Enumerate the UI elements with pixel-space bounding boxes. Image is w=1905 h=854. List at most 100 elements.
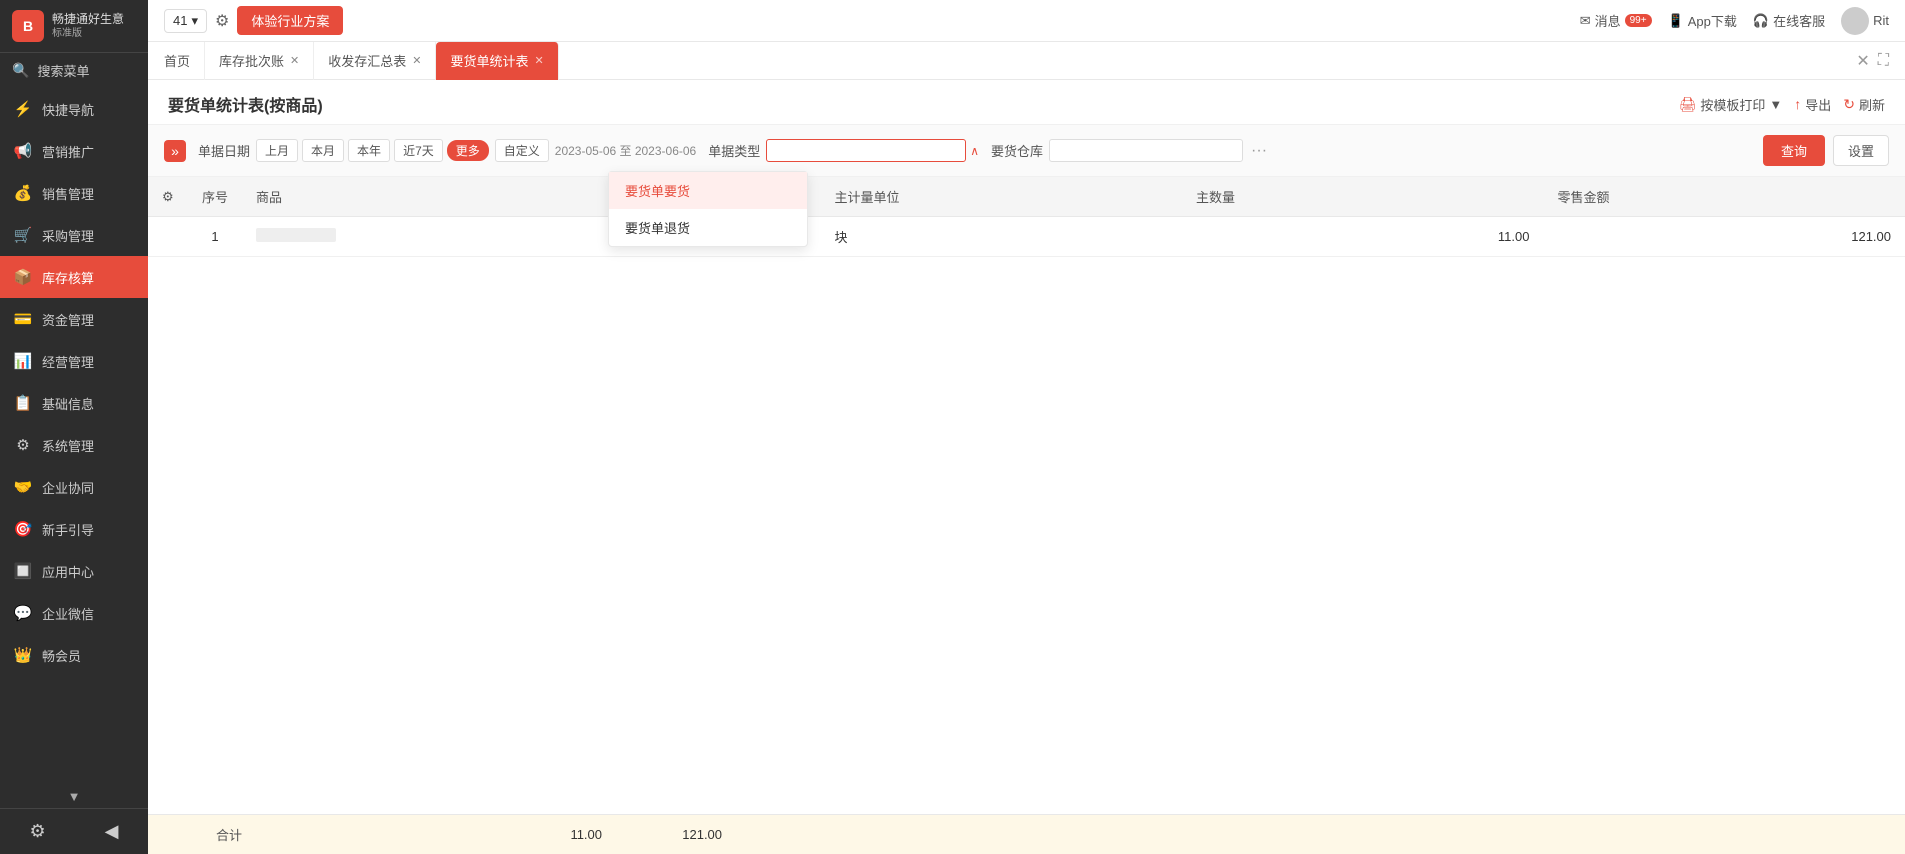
sidebar-item-marketing[interactable]: 📢 营销推广 — [0, 130, 148, 172]
sidebar-item-label-finance: 资金管理 — [42, 310, 94, 329]
table-footer: 合计 11.00 121.00 — [148, 814, 1905, 854]
sidebar-item-member[interactable]: 👑 畅会员 — [0, 634, 148, 676]
purchase-icon: 🛒 — [12, 224, 34, 246]
data-table: ⚙ 序号 商品 主计量单位 主数量 零售金额 1 — [148, 177, 1905, 257]
tab-inventory-batch[interactable]: 库存批次账 ✕ — [205, 42, 314, 80]
sidebar-item-inventory[interactable]: 📦 库存核算 — [0, 256, 148, 298]
sidebar-item-label-purchase: 采购管理 — [42, 226, 94, 245]
sidebar-item-label-member: 畅会员 — [42, 646, 81, 665]
footer-total-amount: 121.00 — [622, 827, 722, 842]
type-dropdown: 要货单要货 要货单退货 — [608, 171, 808, 247]
row-amount: 121.00 — [1543, 217, 1905, 257]
sidebar-item-appstore[interactable]: 🔲 应用中心 — [0, 550, 148, 592]
row-settings — [148, 217, 188, 257]
col-settings-header[interactable]: ⚙ — [148, 177, 188, 217]
sidebar-item-operations[interactable]: 📊 经营管理 — [0, 340, 148, 382]
date-btn-more[interactable]: 更多 — [447, 140, 489, 161]
inventory-icon: 📦 — [12, 266, 34, 288]
type-filter-input[interactable] — [766, 139, 966, 162]
brand-sub: 标准版 — [52, 27, 124, 40]
logo-icon: B — [12, 10, 44, 42]
type-dropdown-arrow[interactable]: ∧ — [970, 144, 979, 158]
service-icon: 🎧 — [1753, 13, 1769, 29]
dropdown-option-1[interactable]: 要货单退货 — [609, 209, 807, 246]
collapse-icon[interactable]: ◀ — [97, 817, 127, 846]
tab-inventory-batch-label: 库存批次账 — [219, 51, 284, 70]
query-button[interactable]: 查询 — [1763, 135, 1825, 166]
tab-order-summary[interactable]: 要货单统计表 ✕ — [436, 42, 558, 80]
tab-order-summary-close[interactable]: ✕ — [535, 54, 544, 67]
sidebar-item-label-wechat: 企业微信 — [42, 604, 94, 623]
sidebar-item-quick-nav[interactable]: ⚡ 快捷导航 — [0, 88, 148, 130]
store-selector[interactable]: 41 ▾ — [164, 9, 207, 33]
settings-bottom-icon[interactable]: ⚙ — [22, 817, 54, 846]
messages-btn[interactable]: ✉ 消息 99+ — [1580, 11, 1652, 30]
warehouse-more-icon[interactable]: ··· — [1251, 142, 1267, 160]
row-quantity: 11.00 — [1182, 217, 1544, 257]
tab-recv-summary[interactable]: 收发存汇总表 ✕ — [314, 42, 436, 80]
main-content: 41 ▾ ⚙ 体验行业方案 ✉ 消息 99+ 📱 App下载 🎧 在 — [148, 0, 1905, 854]
sidebar-item-purchase[interactable]: 🛒 采购管理 — [0, 214, 148, 256]
dropdown-option-0[interactable]: 要货单要货 — [609, 172, 807, 209]
sidebar-scroll-down[interactable]: ▼ — [0, 785, 148, 808]
sidebar-item-basic[interactable]: 📋 基础信息 — [0, 382, 148, 424]
date-btn-last-month[interactable]: 上月 — [256, 139, 298, 162]
date-range-text: 2023-05-06 至 2023-06-06 — [555, 142, 696, 159]
sidebar-search[interactable]: 🔍 搜索菜单 — [0, 53, 148, 88]
refresh-icon: ↻ — [1843, 96, 1855, 113]
sidebar-logo: B 畅捷通好生意 标准版 — [0, 0, 148, 53]
date-filter-label: 单据日期 — [198, 141, 250, 160]
tab-bar: 首页 库存批次账 ✕ 收发存汇总表 ✕ 要货单统计表 ✕ ✕ ⛶ — [148, 42, 1905, 80]
print-label: 按模板打印 — [1700, 95, 1765, 114]
user-avatar-btn[interactable]: Rit — [1841, 7, 1889, 35]
search-label: 搜索菜单 — [37, 61, 89, 80]
date-btn-this-month[interactable]: 本月 — [302, 139, 344, 162]
sidebar-bottom: ⚙ ◀ — [0, 808, 148, 854]
sidebar-item-system[interactable]: ⚙ 系统管理 — [0, 424, 148, 466]
warehouse-filter-input[interactable] — [1049, 139, 1243, 162]
app-download-btn[interactable]: 📱 App下载 — [1668, 11, 1737, 30]
tab-home[interactable]: 首页 — [156, 42, 205, 80]
export-label: 导出 — [1805, 95, 1831, 114]
product-placeholder — [256, 228, 336, 242]
tab-inventory-batch-close[interactable]: ✕ — [290, 54, 299, 67]
type-filter-label: 单据类型 — [708, 141, 760, 160]
sidebar-item-label-basic: 基础信息 — [42, 394, 94, 413]
date-btn-last-7-days[interactable]: 近7天 — [394, 139, 443, 162]
topbar-settings-icon[interactable]: ⚙ — [215, 11, 229, 31]
filter-expand-button[interactable]: » — [164, 140, 186, 162]
warehouse-filter-group: 要货仓库 ··· — [991, 139, 1267, 162]
logo-text: 畅捷通好生意 标准版 — [52, 12, 124, 41]
sidebar-item-wechat[interactable]: 💬 企业微信 — [0, 592, 148, 634]
tab-recv-summary-close[interactable]: ✕ — [412, 54, 421, 67]
system-icon: ⚙ — [12, 434, 34, 456]
sidebar-item-enterprise[interactable]: 🤝 企业协同 — [0, 466, 148, 508]
marketing-icon: 📢 — [12, 140, 34, 162]
col-amount-header: 零售金额 — [1543, 177, 1905, 217]
tab-close-all-btn[interactable]: ✕ — [1856, 51, 1869, 71]
messages-badge: 99+ — [1625, 14, 1652, 27]
top-bar-right: ✉ 消息 99+ 📱 App下载 🎧 在线客服 Rit — [1580, 7, 1889, 35]
settings-button[interactable]: 设置 — [1833, 135, 1889, 166]
date-btn-this-year[interactable]: 本年 — [348, 139, 390, 162]
online-service-btn[interactable]: 🎧 在线客服 — [1753, 11, 1825, 30]
sidebar-item-guide[interactable]: 🎯 新手引导 — [0, 508, 148, 550]
footer-label: 合计 — [216, 825, 242, 844]
date-custom-button[interactable]: 自定义 — [495, 139, 549, 162]
operations-icon: 📊 — [12, 350, 34, 372]
search-icon: 🔍 — [12, 62, 29, 79]
store-dropdown-icon: ▾ — [191, 13, 198, 29]
app-download-label: App下载 — [1688, 11, 1737, 30]
tab-expand-btn[interactable]: ⛶ — [1878, 52, 1889, 70]
export-btn[interactable]: ↑ 导出 — [1794, 95, 1831, 114]
sidebar-item-finance[interactable]: 💳 资金管理 — [0, 298, 148, 340]
store-number: 41 — [173, 13, 187, 28]
wechat-icon: 💬 — [12, 602, 34, 624]
tab-controls: ✕ ⛶ — [1856, 51, 1897, 71]
refresh-btn[interactable]: ↻ 刷新 — [1843, 95, 1885, 114]
trial-button[interactable]: 体验行业方案 — [237, 6, 343, 35]
sidebar-item-sales[interactable]: 💰 销售管理 — [0, 172, 148, 214]
sidebar-item-label-marketing: 营销推广 — [42, 142, 94, 161]
print-btn[interactable]: 🖨 按模板打印 ▼ — [1679, 95, 1783, 114]
avatar — [1841, 7, 1869, 35]
